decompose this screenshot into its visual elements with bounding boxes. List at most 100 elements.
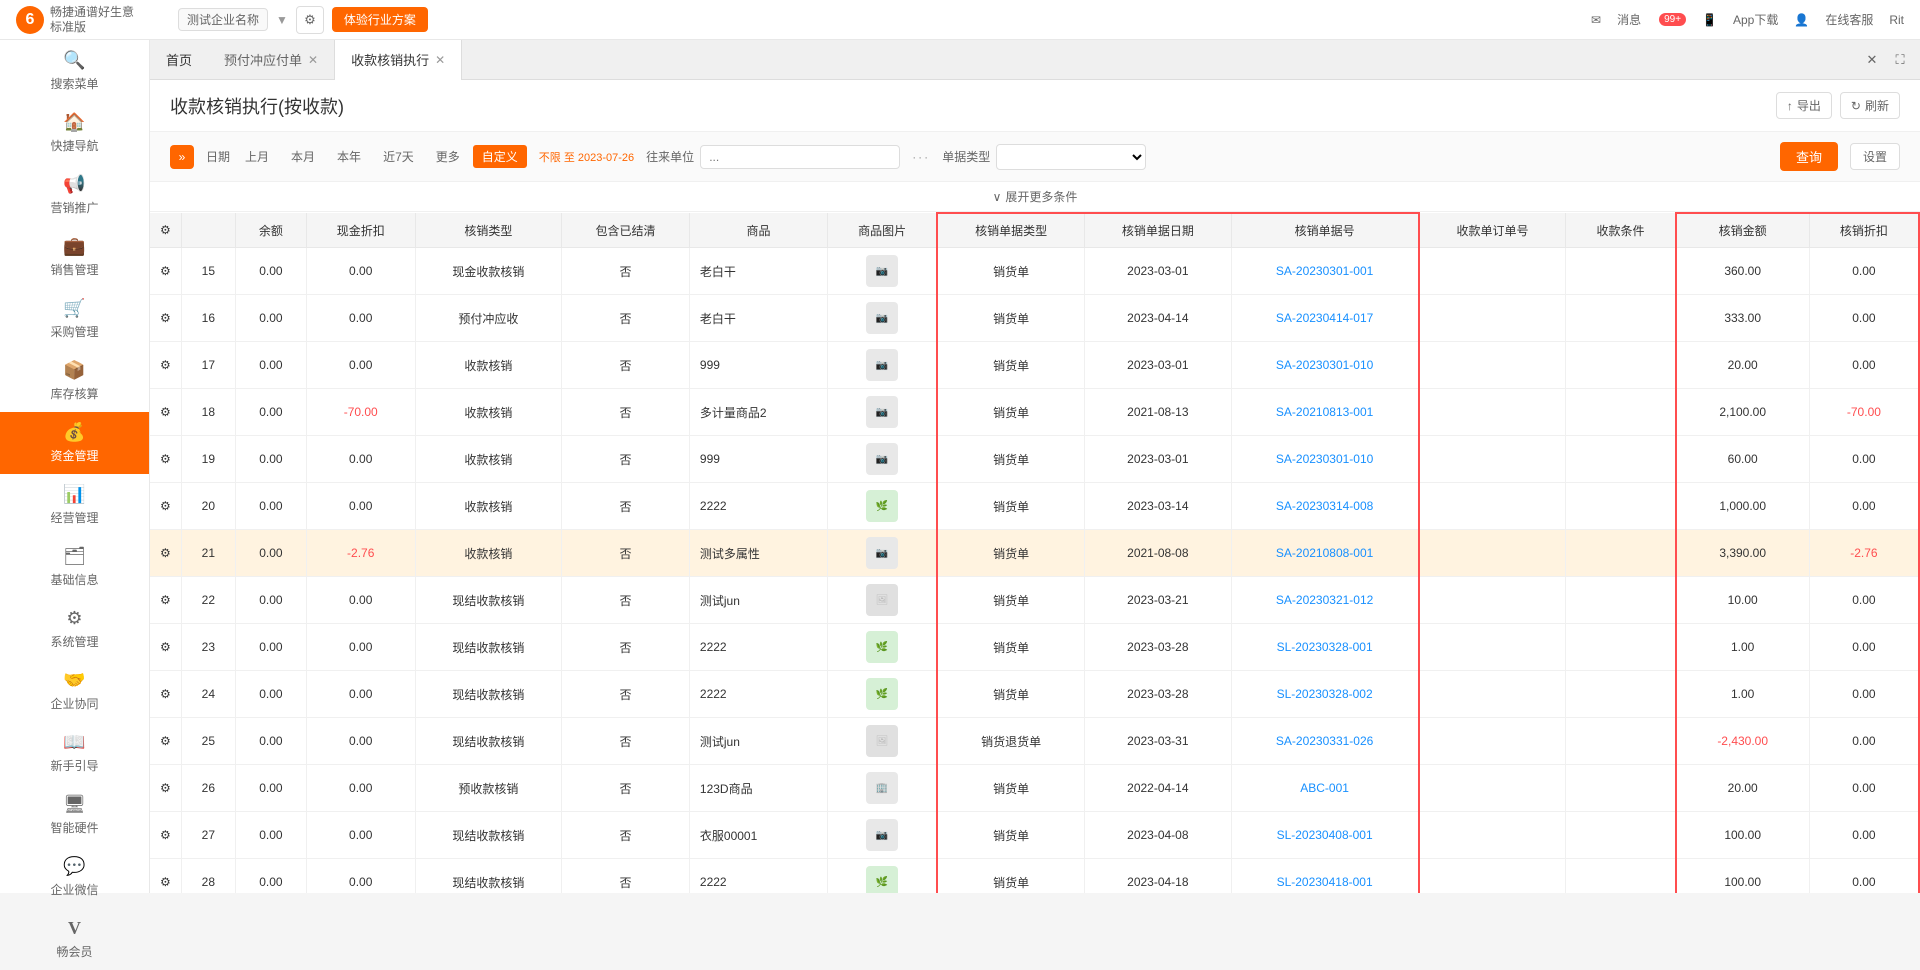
- date-btn-7days[interactable]: 近7天: [374, 145, 423, 168]
- row-writeoff-bill-date: 2021-08-08: [1085, 530, 1232, 577]
- date-btn-more[interactable]: 更多: [427, 145, 469, 168]
- th-settings[interactable]: ⚙: [150, 213, 181, 248]
- trial-button[interactable]: 体验行业方案: [332, 7, 428, 32]
- goods-image: 📷: [866, 302, 898, 334]
- page-container: 收款核销执行(按收款) ↑ 导出 ↻ 刷新 »: [150, 80, 1920, 893]
- sidebar-item-basic[interactable]: 🗂 基础信息: [0, 536, 149, 598]
- sidebar-item-enterprise[interactable]: 🤝 企业协同: [0, 660, 149, 722]
- sidebar-item-guide[interactable]: 📖 新手引导: [0, 722, 149, 784]
- row-goods-image: 📷: [828, 248, 938, 295]
- row-settings[interactable]: ⚙: [150, 483, 181, 530]
- row-write-off-type: 收款核销: [415, 483, 562, 530]
- writeoff-bill-link[interactable]: SL-20230408-001: [1277, 828, 1373, 842]
- basic-icon: 🗂: [63, 546, 86, 567]
- writeoff-bill-link[interactable]: SL-20230418-001: [1277, 875, 1373, 889]
- date-btn-this-month[interactable]: 本月: [282, 145, 324, 168]
- content: 收款核销执行(按收款) ↑ 导出 ↻ 刷新 »: [150, 80, 1920, 893]
- writeoff-bill-link[interactable]: SA-20210808-001: [1276, 546, 1373, 560]
- writeoff-bill-link[interactable]: SA-20230314-008: [1276, 499, 1373, 513]
- date-btn-custom[interactable]: 自定义: [473, 145, 527, 168]
- row-settings[interactable]: ⚙: [150, 812, 181, 859]
- sidebar-item-wechat[interactable]: 💬 企业微信: [0, 846, 149, 908]
- tab-prepay-close[interactable]: ✕: [308, 53, 318, 67]
- sidebar-item-search[interactable]: 🔍 搜索菜单: [0, 40, 149, 102]
- gear-button[interactable]: ⚙: [296, 6, 324, 34]
- table-row: ⚙ 19 0.00 0.00 收款核销 否 999 📷 销货单 2023-03-…: [150, 436, 1919, 483]
- row-receipt-condition: [1566, 859, 1676, 894]
- tab-close-all-button[interactable]: ✕: [1860, 48, 1884, 72]
- expand-more-button[interactable]: ∨ 展开更多条件: [993, 188, 1078, 205]
- row-goods-image: 🌿: [828, 624, 938, 671]
- sidebar-item-sales[interactable]: 💼 销售管理: [0, 226, 149, 288]
- row-goods-image: 📷: [828, 436, 938, 483]
- writeoff-bill-link[interactable]: SL-20230328-001: [1277, 640, 1373, 654]
- tab-receipt[interactable]: 收款核销执行 ✕: [335, 40, 462, 80]
- from-unit-input[interactable]: [700, 145, 900, 169]
- writeoff-bill-link[interactable]: SA-20230301-001: [1276, 264, 1373, 278]
- row-receipt-condition: [1566, 624, 1676, 671]
- sidebar-item-inventory[interactable]: 📦 库存核算: [0, 350, 149, 412]
- row-goods-image: 🌿: [828, 671, 938, 718]
- writeoff-bill-link[interactable]: SA-20230301-010: [1276, 358, 1373, 372]
- tab-expand-button[interactable]: ⛶: [1888, 48, 1912, 72]
- sidebar-item-marketing[interactable]: 📢 营销推广: [0, 164, 149, 226]
- row-settings[interactable]: ⚙: [150, 389, 181, 436]
- row-write-off-type: 预收款核销: [415, 765, 562, 812]
- writeoff-bill-link[interactable]: ABC-001: [1300, 781, 1349, 795]
- row-included-settled: 否: [562, 671, 690, 718]
- refresh-button[interactable]: ↻ 刷新: [1840, 92, 1900, 119]
- row-settings[interactable]: ⚙: [150, 718, 181, 765]
- date-btn-this-year[interactable]: 本年: [328, 145, 370, 168]
- th-included-settled: 包含已结清: [562, 213, 690, 248]
- row-settings[interactable]: ⚙: [150, 859, 181, 894]
- tab-home[interactable]: 首页: [150, 50, 208, 69]
- expand-more-bar: ∨ 展开更多条件: [150, 182, 1920, 212]
- row-settings[interactable]: ⚙: [150, 765, 181, 812]
- sidebar-item-operations[interactable]: 📊 经营管理: [0, 474, 149, 536]
- row-settings[interactable]: ⚙: [150, 624, 181, 671]
- writeoff-bill-link[interactable]: SA-20230321-012: [1276, 593, 1373, 607]
- date-filter: 日期 上月 本月 本年 近7天 更多 自定义: [206, 145, 527, 168]
- sidebar-item-finance[interactable]: 💰 资金管理: [0, 412, 149, 474]
- search-icon: 🔍: [63, 50, 85, 71]
- date-btn-last-month[interactable]: 上月: [236, 145, 278, 168]
- row-settings[interactable]: ⚙: [150, 577, 181, 624]
- sidebar-item-hardware[interactable]: 🖥 智能硬件: [0, 784, 149, 846]
- main-area: 首页 预付冲应付单 ✕ 收款核销执行 ✕ ✕ ⛶ 收款核销执行(按收款): [150, 40, 1920, 893]
- writeoff-bill-link[interactable]: SA-20230301-010: [1276, 452, 1373, 466]
- row-settings[interactable]: ⚙: [150, 342, 181, 389]
- message-label[interactable]: 消息: [1617, 11, 1641, 28]
- service-label[interactable]: 在线客服: [1825, 11, 1873, 28]
- writeoff-bill-link[interactable]: SA-20230414-017: [1276, 311, 1373, 325]
- sidebar-item-system[interactable]: ⚙ 系统管理: [0, 598, 149, 660]
- row-writeoff-bill-type: 销货单: [937, 530, 1084, 577]
- row-writeoff-bill-no: SA-20230331-026: [1231, 718, 1418, 765]
- writeoff-bill-link[interactable]: SA-20210813-001: [1276, 405, 1373, 419]
- row-included-settled: 否: [562, 483, 690, 530]
- finance-icon: 💰: [63, 422, 85, 443]
- table-row: ⚙ 26 0.00 0.00 预收款核销 否 123D商品 🏢 销货单 2022…: [150, 765, 1919, 812]
- export-button[interactable]: ↑ 导出: [1776, 92, 1832, 119]
- bill-type-filter: 单据类型: [942, 144, 1146, 170]
- sidebar-item-quick-nav[interactable]: 🏠 快捷导航: [0, 102, 149, 164]
- row-settings[interactable]: ⚙: [150, 248, 181, 295]
- writeoff-bill-link[interactable]: SL-20230328-002: [1277, 687, 1373, 701]
- row-settings[interactable]: ⚙: [150, 295, 181, 342]
- row-writeoff-bill-no: SA-20230314-008: [1231, 483, 1418, 530]
- row-settings[interactable]: ⚙: [150, 436, 181, 483]
- filter-expand-button[interactable]: »: [170, 145, 194, 169]
- row-write-off-type: 收款核销: [415, 389, 562, 436]
- row-seq: 17: [181, 342, 235, 389]
- writeoff-bill-link[interactable]: SA-20230331-026: [1276, 734, 1373, 748]
- company-select[interactable]: 测试企业名称: [178, 8, 268, 31]
- filter-settings-button[interactable]: 设置: [1850, 143, 1900, 170]
- row-settings[interactable]: ⚙: [150, 671, 181, 718]
- row-settings[interactable]: ⚙: [150, 530, 181, 577]
- sidebar-item-member[interactable]: V 畅会员: [0, 908, 149, 970]
- sidebar-item-purchase[interactable]: 🛒 采购管理: [0, 288, 149, 350]
- app-download-label[interactable]: App下载: [1733, 11, 1778, 28]
- query-button[interactable]: 查询: [1780, 142, 1838, 171]
- tab-receipt-close[interactable]: ✕: [435, 53, 445, 67]
- bill-type-select[interactable]: [996, 144, 1146, 170]
- tab-prepay[interactable]: 预付冲应付单 ✕: [208, 40, 335, 80]
